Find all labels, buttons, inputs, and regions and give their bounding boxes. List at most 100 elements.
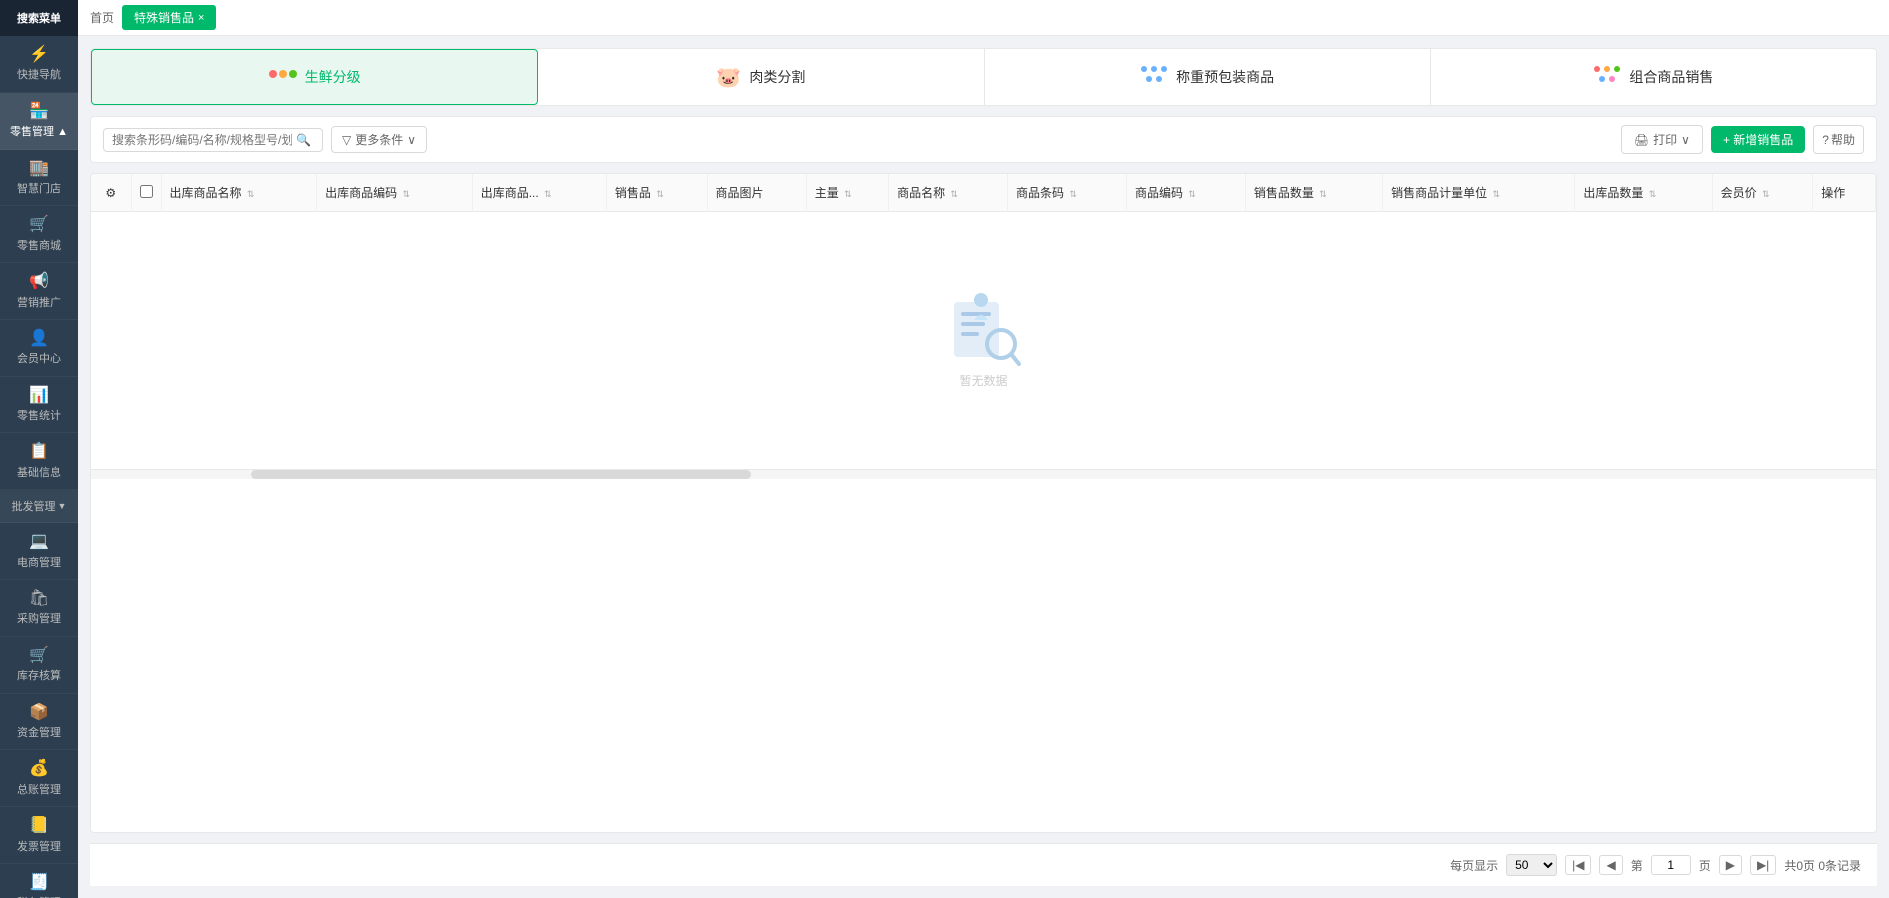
wholesale-mgmt-label: 批发管理 bbox=[12, 498, 56, 514]
search-box[interactable]: 🔍 bbox=[103, 128, 323, 152]
col-sale-unit[interactable]: 销售商品计量单位 ⇅ bbox=[1383, 174, 1575, 212]
sidebar-item-retail-stats[interactable]: 📊 零售统计 bbox=[0, 377, 78, 434]
col-barcode[interactable]: 商品条码 ⇅ bbox=[1008, 174, 1127, 212]
filter-arrow-icon: ∨ bbox=[407, 133, 416, 147]
cat-tab-fresh-grade-label: 生鲜分级 bbox=[305, 67, 361, 87]
empty-state-illustration bbox=[939, 292, 1029, 372]
combo-goods-icon bbox=[1593, 64, 1621, 90]
sales-promo-icon: 📢 bbox=[29, 271, 49, 293]
sidebar-item-invoice-mgmt[interactable]: 🧾 税务管理 bbox=[0, 864, 78, 898]
topbar-active-tab[interactable]: 特殊销售品 × bbox=[122, 5, 216, 30]
help-icon: ? bbox=[1822, 133, 1829, 147]
pagination-next-btn[interactable]: ▶ bbox=[1719, 855, 1742, 875]
basic-info-icon: 📋 bbox=[29, 441, 49, 463]
per-page-label: 每页显示 bbox=[1450, 857, 1498, 874]
sidebar-item-inventory[interactable]: 📦 资金管理 bbox=[0, 694, 78, 751]
quick-nav-icon: ⚡ bbox=[29, 44, 49, 66]
category-tabs: 生鲜分级 🐷 肉类分割 称重预包装商品 bbox=[90, 48, 1877, 106]
topbar-tab-label: 特殊销售品 bbox=[134, 9, 194, 26]
col-sale-qty[interactable]: 销售品数量 ⇅ bbox=[1245, 174, 1382, 212]
pagination-page-label: 第 bbox=[1631, 857, 1643, 874]
pagination-first-btn[interactable]: |◀ bbox=[1565, 855, 1591, 875]
topbar-tab-close[interactable]: × bbox=[198, 12, 204, 24]
sidebar-item-ledger-mgmt[interactable]: 📒 发票管理 bbox=[0, 807, 78, 864]
col-sale-item[interactable]: 销售品 ⇅ bbox=[606, 174, 707, 212]
meat-cut-icon: 🐷 bbox=[716, 65, 741, 90]
cat-tab-meat-cut[interactable]: 🐷 肉类分割 bbox=[538, 49, 984, 105]
sidebar-item-retail-mall[interactable]: 🛒 零售商城 bbox=[0, 206, 78, 263]
filter-icon: ▽ bbox=[342, 133, 351, 147]
sidebar-item-purchase-mgmt[interactable]: 🛒 库存核算 bbox=[0, 637, 78, 694]
inventory-icon: 📦 bbox=[29, 702, 49, 724]
col-product-name[interactable]: 商品名称 ⇅ bbox=[889, 174, 1008, 212]
search-icon: 🔍 bbox=[296, 133, 311, 147]
sidebar-item-finance-mgmt[interactable]: 💰 总账管理 bbox=[0, 750, 78, 807]
data-table: ⚙ 出库商品名称 ⇅ 出库商品编码 ⇅ 出库商品... ⇅ 销售品 ⇅ 商品图片… bbox=[90, 173, 1877, 833]
purchase-mgmt-icon: 🛒 bbox=[29, 645, 49, 667]
col-checkbox[interactable] bbox=[131, 174, 161, 212]
pagination-page-suffix: 页 bbox=[1699, 857, 1711, 874]
sidebar-item-mini-ecom[interactable]: 💻 电商管理 bbox=[0, 523, 78, 580]
sidebar-item-basic-info[interactable]: 📋 基础信息 bbox=[0, 433, 78, 490]
table-header-row: ⚙ 出库商品名称 ⇅ 出库商品编码 ⇅ 出库商品... ⇅ 销售品 ⇅ 商品图片… bbox=[91, 174, 1876, 212]
sidebar-item-retail-mgmt[interactable]: 🏪 零售管理 ▲ bbox=[0, 93, 78, 150]
cat-tab-scale-prepack[interactable]: 称重预包装商品 bbox=[985, 49, 1431, 105]
smart-store-icon: 🏬 bbox=[29, 158, 49, 180]
retail-stats-icon: 📊 bbox=[29, 385, 49, 407]
page-content: 生鲜分级 🐷 肉类分割 称重预包装商品 bbox=[78, 36, 1889, 898]
main-content: 首页 特殊销售品 × 生鲜分级 🐷 肉类分 bbox=[78, 0, 1889, 898]
search-input[interactable] bbox=[112, 133, 292, 147]
col-product-img: 商品图片 bbox=[707, 174, 806, 212]
col-outbound-name[interactable]: 出库商品名称 ⇅ bbox=[161, 174, 317, 212]
col-weight[interactable]: 主量 ⇅ bbox=[806, 174, 888, 212]
sidebar-item-wholesale-mgmt[interactable]: 批发管理 ▼ bbox=[0, 490, 78, 523]
empty-state: 暂无数据 bbox=[91, 212, 1876, 469]
col-product-code[interactable]: 商品编码 ⇅ bbox=[1126, 174, 1245, 212]
cat-tab-scale-prepack-label: 称重预包装商品 bbox=[1176, 67, 1274, 87]
invoice-mgmt-icon: 🧾 bbox=[29, 872, 49, 894]
sidebar-logo[interactable]: 搜索菜单 bbox=[0, 0, 78, 36]
pagination-page-input[interactable] bbox=[1651, 855, 1691, 875]
fresh-grade-icon bbox=[269, 64, 297, 90]
mini-ecom-icon: 💻 bbox=[29, 531, 49, 553]
toolbar-right: 🖨 打印 ∨ + 新增销售品 ? 帮助 bbox=[1621, 125, 1864, 154]
help-label: 帮助 bbox=[1831, 131, 1855, 148]
add-sale-item-button[interactable]: + 新增销售品 bbox=[1711, 126, 1805, 153]
col-member-price[interactable]: 会员价 ⇅ bbox=[1712, 174, 1813, 212]
ledger-mgmt-icon: 📒 bbox=[29, 815, 49, 837]
per-page-select[interactable]: 50 10 20 100 bbox=[1506, 854, 1557, 876]
topbar-home[interactable]: 首页 bbox=[90, 9, 114, 26]
col-outbound-qty[interactable]: 出库品数量 ⇅ bbox=[1575, 174, 1712, 212]
empty-state-text: 暂无数据 bbox=[959, 372, 1007, 389]
retail-mall-icon: 🛒 bbox=[29, 214, 49, 236]
cat-tab-fresh-grade[interactable]: 生鲜分级 bbox=[91, 49, 538, 105]
sidebar-item-member-center[interactable]: 👤 会员中心 bbox=[0, 320, 78, 377]
print-arrow-icon: ∨ bbox=[1681, 133, 1690, 147]
help-button[interactable]: ? 帮助 bbox=[1813, 125, 1864, 154]
col-settings[interactable]: ⚙ bbox=[91, 174, 131, 212]
sidebar-item-smart-store[interactable]: 🏬 智慧门店 bbox=[0, 150, 78, 207]
horizontal-scrollbar[interactable] bbox=[91, 469, 1876, 479]
finance-mgmt-icon: 💰 bbox=[29, 758, 49, 780]
print-label: 打印 bbox=[1653, 131, 1677, 148]
sidebar-item-sales-promo[interactable]: 📢 营销推广 bbox=[0, 263, 78, 320]
filter-label: 更多条件 bbox=[355, 131, 403, 148]
print-button[interactable]: 🖨 打印 ∨ bbox=[1621, 125, 1703, 154]
sidebar: 搜索菜单 ⚡ 快捷导航 🏪 零售管理 ▲ 🏬 智慧门店 🛒 零售商城 📢 营销推… bbox=[0, 0, 78, 898]
filter-button[interactable]: ▽ 更多条件 ∨ bbox=[331, 126, 427, 153]
col-outbound-code[interactable]: 出库商品编码 ⇅ bbox=[317, 174, 473, 212]
ecom-mgmt-icon: 🛍 bbox=[29, 588, 49, 610]
scale-prepack-icon bbox=[1140, 64, 1168, 90]
cat-tab-combo-goods[interactable]: 组合商品销售 bbox=[1431, 49, 1876, 105]
cat-tab-meat-cut-label: 肉类分割 bbox=[749, 67, 805, 87]
pagination-last-btn[interactable]: ▶| bbox=[1750, 855, 1776, 875]
col-outbound-spec[interactable]: 出库商品... ⇅ bbox=[472, 174, 606, 212]
scrollbar-thumb[interactable] bbox=[251, 470, 751, 479]
retail-mgmt-icon: 🏪 bbox=[29, 101, 49, 123]
pagination-prev-btn[interactable]: ◀ bbox=[1599, 855, 1622, 875]
sidebar-item-quick-nav[interactable]: ⚡ 快捷导航 bbox=[0, 36, 78, 93]
print-icon: 🖨 bbox=[1634, 133, 1649, 147]
toolbar-left: 🔍 ▽ 更多条件 ∨ bbox=[103, 126, 427, 153]
select-all-checkbox[interactable] bbox=[140, 185, 153, 198]
sidebar-item-ecom-mgmt[interactable]: 🛍 采购管理 bbox=[0, 580, 78, 637]
